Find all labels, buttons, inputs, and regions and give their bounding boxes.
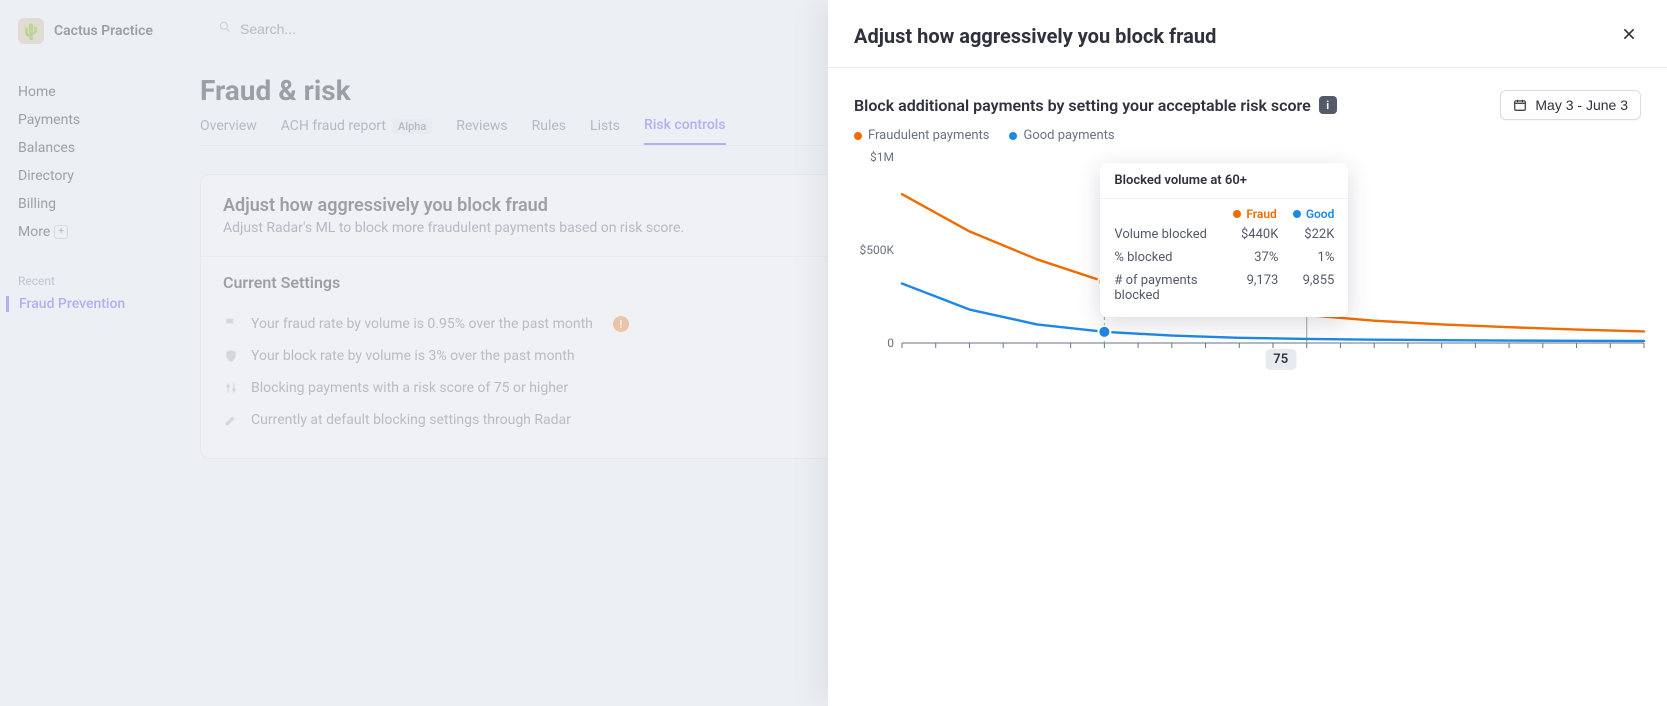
tooltip-row-percent: % blocked 37% 1% (1100, 246, 1348, 269)
info-icon[interactable]: i (1319, 96, 1337, 114)
date-range-button[interactable]: May 3 - June 3 (1500, 90, 1641, 120)
calendar-icon (1513, 98, 1527, 112)
panel-title: Adjust how aggressively you block fraud (854, 24, 1216, 48)
adjust-fraud-panel: Adjust how aggressively you block fraud … (828, 0, 1667, 706)
dot-icon (1009, 132, 1017, 140)
tooltip-legend-good: Good (1293, 207, 1335, 221)
legend-fraud: Fraudulent payments (854, 128, 989, 143)
overlay[interactable] (0, 0, 828, 706)
tooltip-row-volume: Volume blocked $440K $22K (1100, 223, 1348, 246)
tooltip-row-count: # of payments blocked 9,173 9,855 (1100, 269, 1348, 307)
svg-text:$500K: $500K (859, 243, 894, 257)
svg-text:0: 0 (887, 336, 894, 350)
chart-tooltip: Blocked volume at 60+ Fraud Good Volume … (1100, 163, 1348, 317)
legend-good: Good payments (1009, 128, 1114, 143)
date-range-label: May 3 - June 3 (1535, 97, 1628, 113)
threshold-slider-handle[interactable]: 75 (1265, 349, 1296, 370)
tooltip-title: Blocked volume at 60+ (1100, 163, 1348, 199)
tooltip-legend-fraud: Fraud (1233, 207, 1276, 221)
svg-text:$1M: $1M (870, 151, 894, 164)
chart-legend: Fraudulent payments Good payments (828, 120, 1667, 143)
panel-subheading: Block additional payments by setting you… (854, 96, 1311, 115)
close-button[interactable] (1617, 22, 1641, 49)
chart: $1M $500K 0 75 Blocked volume at 60+ Fraud… (828, 143, 1667, 371)
dot-icon (854, 132, 862, 140)
legend-label: Good payments (1023, 128, 1114, 143)
close-icon (1621, 26, 1637, 42)
legend-label: Fraudulent payments (868, 128, 989, 143)
